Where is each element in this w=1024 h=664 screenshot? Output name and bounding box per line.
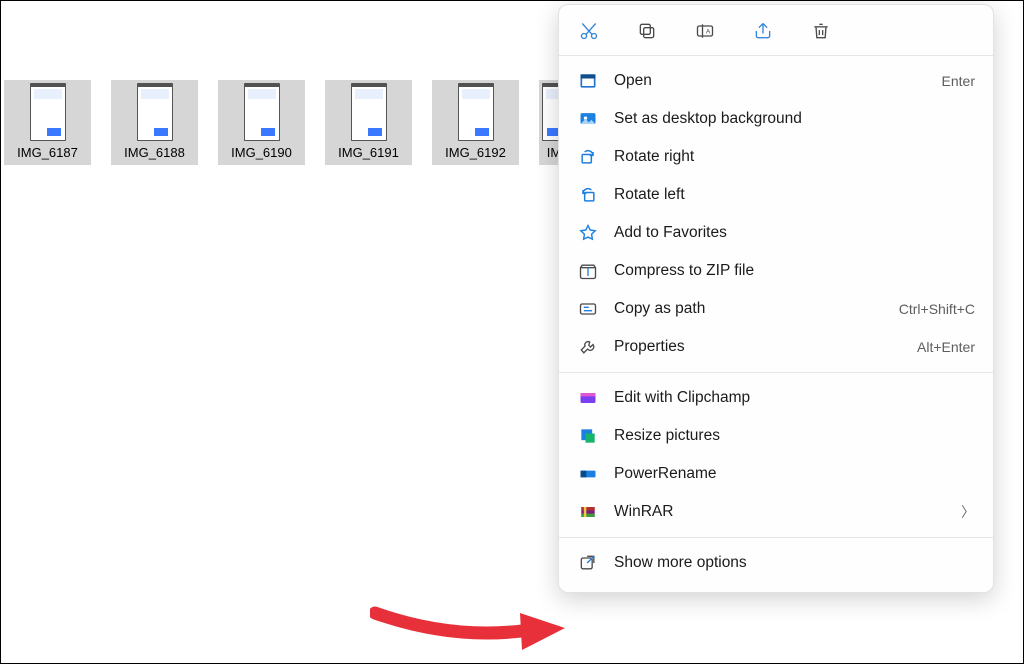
menu-label: Rotate left	[614, 186, 975, 204]
menu-group-3: Show more options	[559, 538, 993, 588]
menu-item-resize[interactable]: Resize pictures	[559, 417, 993, 455]
path-icon	[577, 298, 599, 320]
file-thumbnail	[221, 83, 302, 141]
menu-label: Properties	[614, 338, 902, 356]
file-label: IMG_6192	[435, 143, 516, 161]
svg-text:A: A	[706, 29, 711, 36]
file-thumbnail	[435, 83, 516, 141]
menu-label: Compress to ZIP file	[614, 262, 975, 280]
open-icon	[577, 70, 599, 92]
menu-item-clipchamp[interactable]: Edit with Clipchamp	[559, 379, 993, 417]
file-grid: IMG_6187 IMG_6188 IMG_6190 IMG_6191 IMG_…	[0, 80, 569, 165]
file-thumbnail	[328, 83, 409, 141]
menu-label: Show more options	[614, 554, 975, 572]
wrench-icon	[577, 336, 599, 358]
wallpaper-icon	[577, 108, 599, 130]
menu-item-favorite[interactable]: Add to Favorites	[559, 214, 993, 252]
menu-label: Rotate right	[614, 148, 975, 166]
annotation-arrow	[370, 588, 570, 648]
menu-item-more-options[interactable]: Show more options	[559, 544, 993, 582]
menu-label: Copy as path	[614, 300, 884, 318]
file-tile[interactable]: IMG_6187	[4, 80, 91, 165]
resize-icon	[577, 425, 599, 447]
menu-label: Set as desktop background	[614, 110, 975, 128]
cut-icon[interactable]	[577, 19, 601, 43]
menu-label: PowerRename	[614, 465, 975, 483]
menu-shortcut: Ctrl+Shift+C	[899, 301, 975, 317]
chevron-right-icon: 〉	[961, 502, 975, 522]
file-label: IMG_6187	[7, 143, 88, 161]
menu-item-properties[interactable]: Properties Alt+Enter	[559, 328, 993, 366]
menu-label: WinRAR	[614, 503, 946, 521]
file-thumbnail	[114, 83, 195, 141]
menu-item-winrar[interactable]: WinRAR 〉	[559, 493, 993, 531]
clipchamp-icon	[577, 387, 599, 409]
menu-label: Open	[614, 72, 927, 90]
rotate-left-icon	[577, 184, 599, 206]
file-tile[interactable]: IMG_6191	[325, 80, 412, 165]
menu-label: Resize pictures	[614, 427, 975, 445]
share-icon[interactable]	[751, 19, 775, 43]
menu-item-copy-path[interactable]: Copy as path Ctrl+Shift+C	[559, 290, 993, 328]
menu-item-zip[interactable]: Compress to ZIP file	[559, 252, 993, 290]
rename-icon[interactable]: A	[693, 19, 717, 43]
file-tile[interactable]: IMG_6190	[218, 80, 305, 165]
menu-group-2: Edit with Clipchamp Resize pictures Powe…	[559, 373, 993, 537]
rotate-right-icon	[577, 146, 599, 168]
menu-item-open[interactable]: Open Enter	[559, 62, 993, 100]
menu-item-rotate-right[interactable]: Rotate right	[559, 138, 993, 176]
menu-label: Add to Favorites	[614, 224, 975, 242]
powerrename-icon	[577, 463, 599, 485]
copy-icon[interactable]	[635, 19, 659, 43]
menu-item-powerrename[interactable]: PowerRename	[559, 455, 993, 493]
menu-label: Edit with Clipchamp	[614, 389, 975, 407]
menu-item-rotate-left[interactable]: Rotate left	[559, 176, 993, 214]
file-thumbnail	[7, 83, 88, 141]
context-toolbar: A	[559, 5, 993, 55]
file-tile[interactable]: IMG_6192	[432, 80, 519, 165]
star-icon	[577, 222, 599, 244]
delete-icon[interactable]	[809, 19, 833, 43]
menu-group-1: Open Enter Set as desktop background Rot…	[559, 56, 993, 372]
more-icon	[577, 552, 599, 574]
menu-shortcut: Alt+Enter	[917, 339, 975, 355]
zip-icon	[577, 260, 599, 282]
file-label: IMG_6190	[221, 143, 302, 161]
context-menu: A Open Enter Set as desktop background	[558, 4, 994, 593]
file-label: IMG_6191	[328, 143, 409, 161]
file-label: IMG_6188	[114, 143, 195, 161]
menu-item-wallpaper[interactable]: Set as desktop background	[559, 100, 993, 138]
file-tile[interactable]: IMG_6188	[111, 80, 198, 165]
winrar-icon	[577, 501, 599, 523]
menu-shortcut: Enter	[942, 73, 975, 89]
